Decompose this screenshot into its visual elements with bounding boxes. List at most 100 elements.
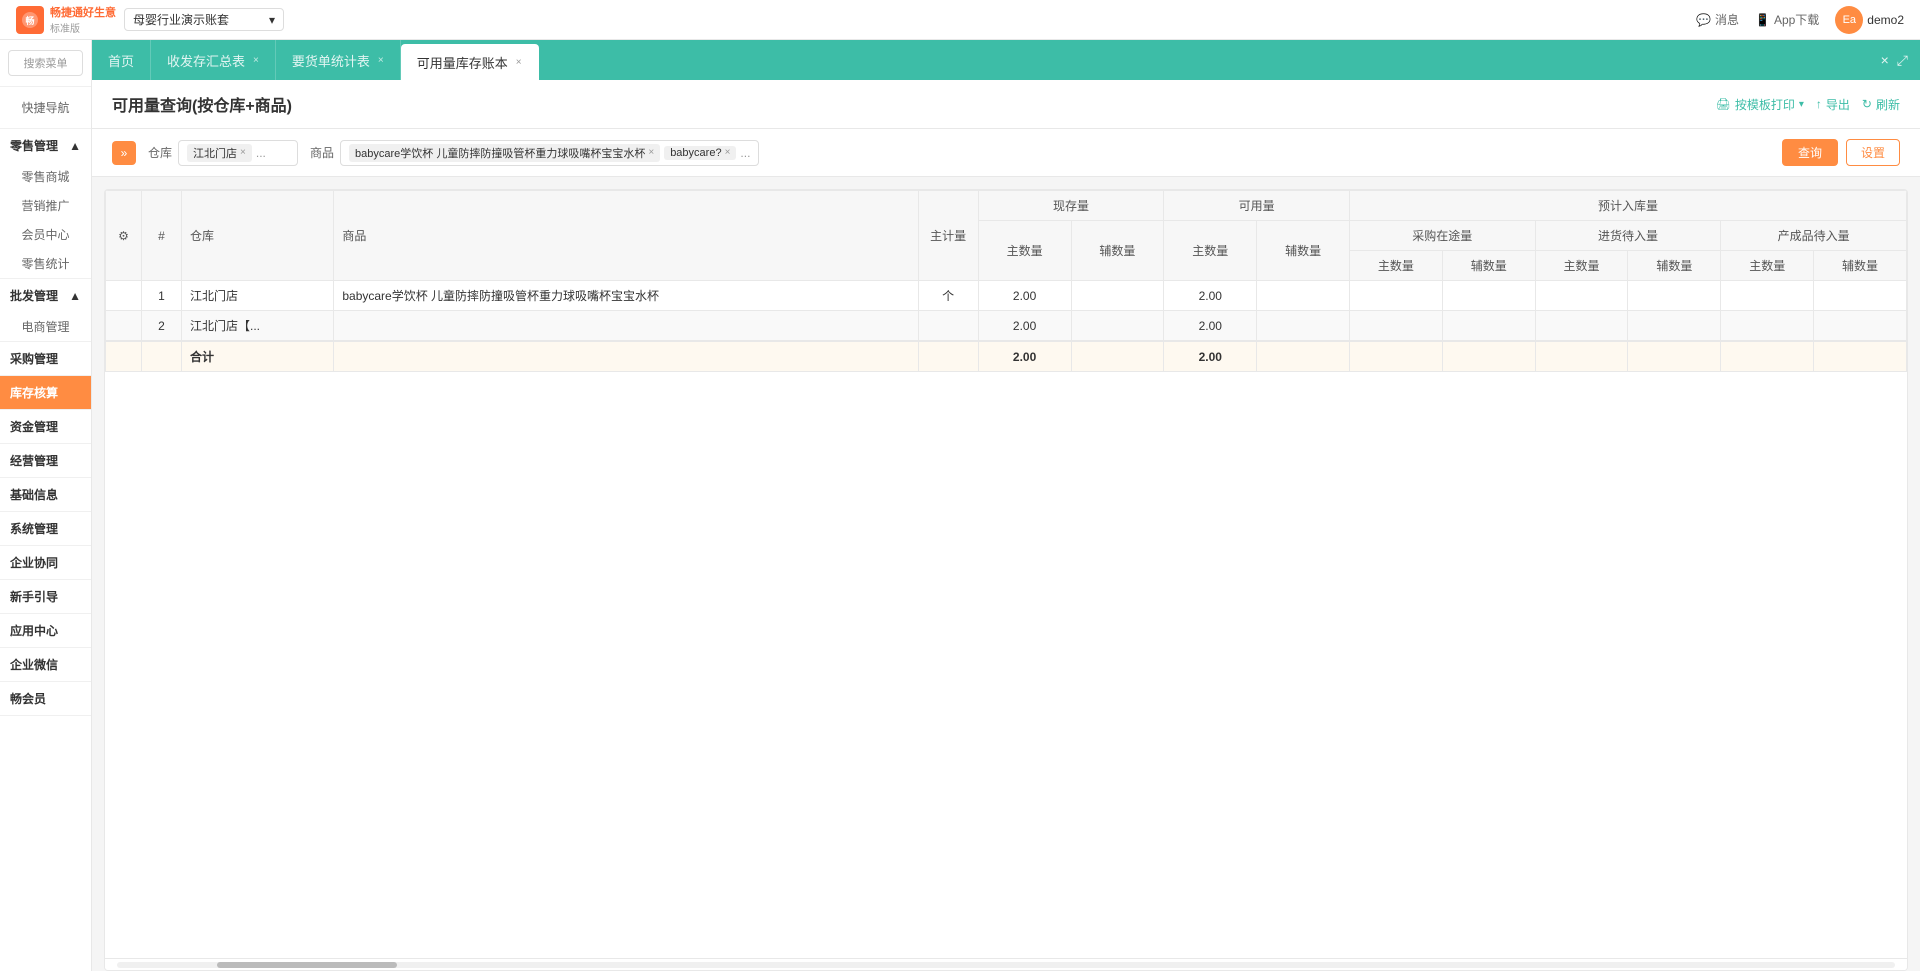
th-purchase-main: 主数量 bbox=[1349, 251, 1442, 281]
product-tag-1-close[interactable]: × bbox=[648, 147, 654, 158]
message-btn[interactable]: 💬 消息 bbox=[1696, 11, 1739, 28]
th-settings-icon: ⚙ bbox=[106, 191, 142, 281]
product-tag-2-close[interactable]: × bbox=[725, 147, 731, 158]
product-tags-container: babycare学饮杯 儿童防摔防撞吸管杯重力球吸嘴杯宝宝水杯 × babyca… bbox=[340, 140, 759, 166]
sidebar-item-members[interactable]: 会员中心 bbox=[0, 220, 91, 249]
footer-available-main: 2.00 bbox=[1164, 341, 1257, 372]
export-label: 导出 bbox=[1826, 96, 1850, 113]
sidebar-item-marketing[interactable]: 营销推广 bbox=[0, 191, 91, 220]
sidebar-header-newbie[interactable]: 新手引导 bbox=[0, 580, 91, 613]
tab-receipts-close[interactable]: × bbox=[253, 55, 259, 66]
tab-home[interactable]: 首页 bbox=[92, 40, 151, 80]
row1-inbound-aux bbox=[1628, 281, 1721, 311]
logo-main-text: 畅捷通好生意 bbox=[50, 4, 116, 20]
export-icon: ↑ bbox=[1816, 97, 1822, 111]
sidebar-header-system[interactable]: 系统管理 bbox=[0, 512, 91, 545]
chevron-icon-retail: ▲ bbox=[69, 139, 81, 153]
sidebar-basic-label: 基础信息 bbox=[10, 486, 58, 503]
settings-btn[interactable]: 设置 bbox=[1846, 139, 1900, 166]
user-area[interactable]: Ea demo2 bbox=[1835, 6, 1904, 34]
filter-expand-btn[interactable]: » bbox=[112, 141, 136, 165]
top-bar: 畅 畅捷通好生意 标准版 母婴行业演示账套 ▾ 💬 消息 📱 App下载 Ea … bbox=[0, 0, 1920, 40]
tab-available[interactable]: 可用量库存账本 × bbox=[401, 44, 539, 80]
tenant-selector[interactable]: 母婴行业演示账套 ▾ bbox=[124, 8, 284, 31]
warehouse-tag-1-close[interactable]: × bbox=[240, 147, 246, 158]
sidebar-header-wechat[interactable]: 企业微信 bbox=[0, 648, 91, 681]
footer-icon-cell bbox=[106, 341, 142, 372]
sidebar-finance-label: 资金管理 bbox=[10, 418, 58, 435]
sidebar-header-finance[interactable]: 资金管理 bbox=[0, 410, 91, 443]
sidebar-header-appcenter[interactable]: 应用中心 bbox=[0, 614, 91, 647]
search-menu-btn[interactable]: 搜索菜单 bbox=[8, 50, 83, 76]
sidebar-newbie-label: 新手引导 bbox=[10, 588, 58, 605]
th-purchase-aux: 辅数量 bbox=[1442, 251, 1535, 281]
th-available-group: 可用量 bbox=[1164, 191, 1350, 221]
export-btn[interactable]: ↑ 导出 bbox=[1816, 96, 1850, 113]
warehouse-filter: 仓库 江北门店 × ... bbox=[148, 140, 298, 166]
sidebar-header-enterprise[interactable]: 企业协同 bbox=[0, 546, 91, 579]
sidebar-section-basic: 基础信息 bbox=[0, 478, 91, 512]
row1-production-aux bbox=[1814, 281, 1907, 311]
row2-inbound-aux bbox=[1628, 311, 1721, 342]
main-container: 搜索菜单 快捷导航 零售管理 ▲ 零售商城 营销推广 会员中心 零售统计 批发管… bbox=[0, 40, 1920, 971]
sidebar-item-retail-stats[interactable]: 零售统计 bbox=[0, 249, 91, 278]
footer-inbound-aux bbox=[1628, 341, 1721, 372]
row1-mainunit: 个 bbox=[918, 281, 978, 311]
app-download-btn[interactable]: 📱 App下载 bbox=[1755, 11, 1819, 28]
tenant-name: 母婴行业演示账套 bbox=[133, 11, 229, 28]
tab-available-close[interactable]: × bbox=[516, 57, 522, 68]
tab-receipts-label: 收发存汇总表 bbox=[167, 51, 245, 70]
row2-inbound-main bbox=[1535, 311, 1628, 342]
th-inbound-aux: 辅数量 bbox=[1628, 251, 1721, 281]
scroll-thumb bbox=[217, 962, 397, 968]
footer-production-main bbox=[1721, 341, 1814, 372]
sidebar-section-enterprise: 企业协同 bbox=[0, 546, 91, 580]
tab-receipts[interactable]: 收发存汇总表 × bbox=[151, 40, 276, 80]
sidebar-header-operations[interactable]: 经营管理 bbox=[0, 444, 91, 477]
footer-stock-aux bbox=[1071, 341, 1164, 372]
th-warehouse: 仓库 bbox=[182, 191, 334, 281]
filter-bar: » 仓库 江北门店 × ... 商品 bbox=[92, 129, 1920, 177]
horizontal-scrollbar[interactable] bbox=[105, 958, 1907, 970]
warehouse-tag-1-text: 江北门店 bbox=[193, 145, 237, 161]
warehouse-tag-1: 江北门店 × bbox=[187, 144, 252, 162]
sidebar-header-inventory[interactable]: 库存核算 bbox=[0, 376, 91, 409]
table-row: 1 江北门店 babycare学饮杯 儿童防摔防撞吸管杯重力球吸嘴杯宝宝水杯 个… bbox=[106, 281, 1907, 311]
footer-available-aux bbox=[1257, 341, 1350, 372]
footer-purchase-aux bbox=[1442, 341, 1535, 372]
tab-orders[interactable]: 要货单统计表 × bbox=[276, 40, 401, 80]
tab-close-all-btn[interactable]: × bbox=[1881, 52, 1889, 68]
sidebar-item-quicknav[interactable]: 快捷导航 bbox=[0, 93, 91, 122]
th-forecast-group: 预计入库量 bbox=[1349, 191, 1906, 221]
expand-icon: » bbox=[121, 146, 128, 160]
app-icon: 📱 bbox=[1755, 13, 1770, 27]
sidebar-header-retail[interactable]: 零售管理 ▲ bbox=[0, 129, 91, 162]
product-tag-2-text: babycare? bbox=[670, 147, 721, 159]
query-btn[interactable]: 查询 bbox=[1782, 139, 1838, 166]
sidebar-item-retail-mall[interactable]: 零售商城 bbox=[0, 162, 91, 191]
th-purchase-group: 采购在途量 bbox=[1349, 221, 1535, 251]
row1-no: 1 bbox=[142, 281, 182, 311]
refresh-label: 刷新 bbox=[1876, 96, 1900, 113]
top-bar-left: 畅 畅捷通好生意 标准版 母婴行业演示账套 ▾ bbox=[16, 4, 284, 35]
refresh-btn[interactable]: ↻ 刷新 bbox=[1862, 96, 1900, 113]
th-production-group: 产成品待入量 bbox=[1721, 221, 1907, 251]
row2-icon bbox=[106, 311, 142, 342]
sidebar-item-ecommerce[interactable]: 电商管理 bbox=[0, 312, 91, 341]
sidebar-header-basic[interactable]: 基础信息 bbox=[0, 478, 91, 511]
column-settings-icon[interactable]: ⚙ bbox=[118, 229, 129, 243]
sidebar-header-purchase[interactable]: 采购管理 bbox=[0, 342, 91, 375]
tab-orders-close[interactable]: × bbox=[378, 55, 384, 66]
row2-mainunit bbox=[918, 311, 978, 342]
sidebar-header-vip[interactable]: 畅会员 bbox=[0, 682, 91, 715]
row1-available-main: 2.00 bbox=[1164, 281, 1257, 311]
app-download-label: App下载 bbox=[1774, 11, 1819, 28]
sidebar-section-inventory: 库存核算 bbox=[0, 376, 91, 410]
tab-expand-btn[interactable]: ⤢ bbox=[1897, 52, 1908, 69]
template-print-btn[interactable]: 🖨 按模板打印 ▾ bbox=[1716, 96, 1804, 113]
sidebar-header-wholesale[interactable]: 批发管理 ▲ bbox=[0, 279, 91, 312]
footer-row: 合计 2.00 2.00 bbox=[106, 341, 1907, 372]
th-product: 商品 bbox=[334, 191, 918, 281]
th-no: # bbox=[142, 191, 182, 281]
row1-stock-main: 2.00 bbox=[978, 281, 1071, 311]
